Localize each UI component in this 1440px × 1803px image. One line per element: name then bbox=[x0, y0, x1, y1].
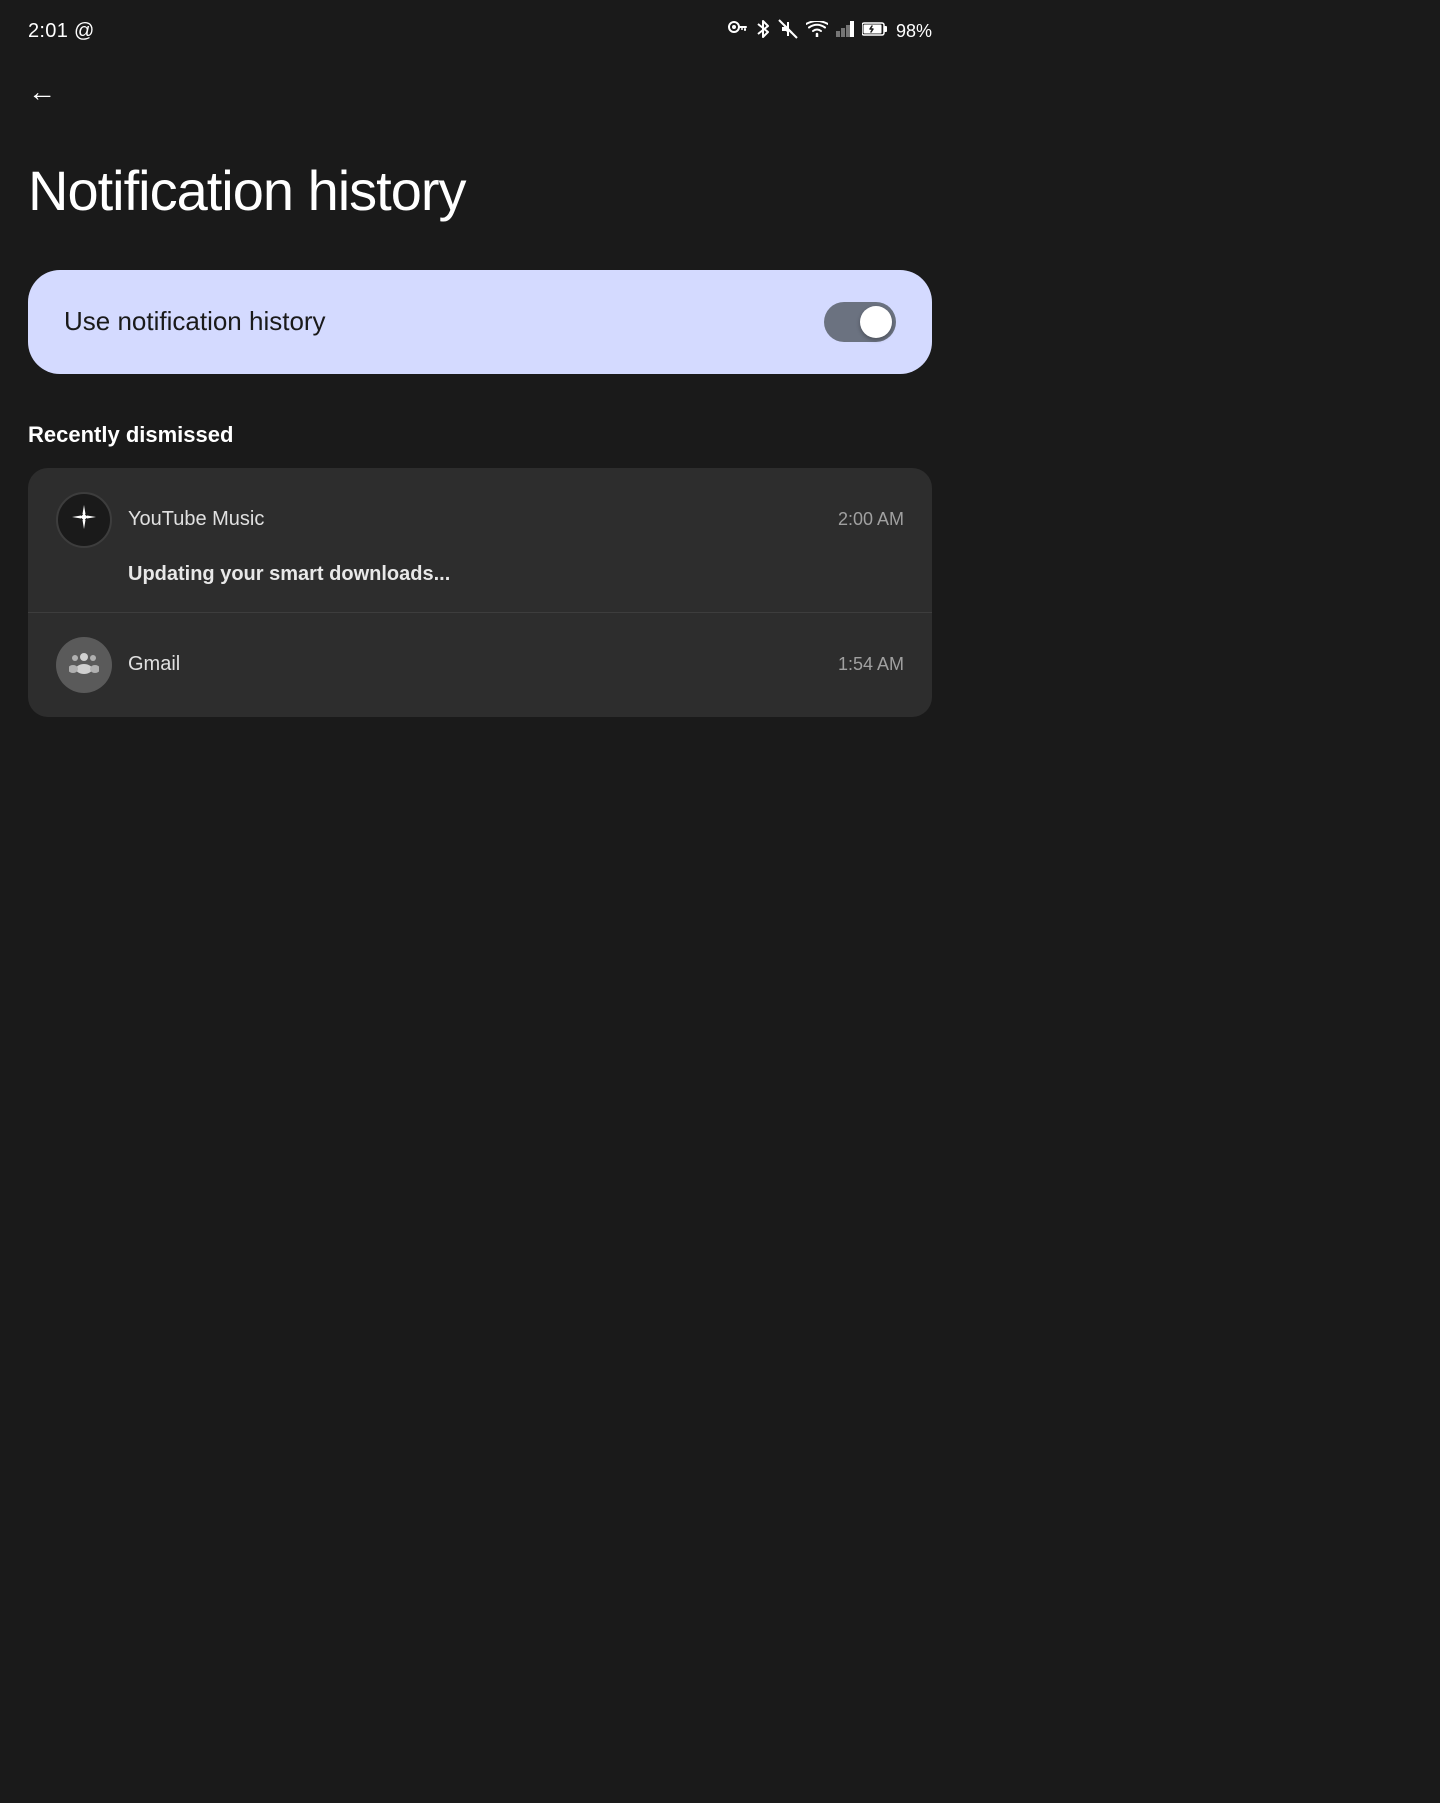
notification-header: YouTube Music 2:00 AM bbox=[56, 492, 904, 548]
toggle-knob bbox=[860, 306, 892, 338]
use-notification-history-card[interactable]: Use notification history bbox=[28, 270, 932, 374]
back-arrow-icon: ← bbox=[28, 76, 56, 108]
signal-icon bbox=[836, 21, 854, 42]
youtube-music-icon bbox=[56, 492, 112, 548]
page-title: Notification history bbox=[0, 128, 960, 270]
app-name: YouTube Music bbox=[128, 508, 264, 531]
group-icon bbox=[69, 649, 99, 680]
toggle-label: Use notification history bbox=[64, 306, 326, 337]
mute-icon bbox=[778, 19, 798, 44]
sparkle-icon bbox=[70, 503, 98, 536]
list-item[interactable]: YouTube Music 2:00 AM Updating your smar… bbox=[28, 468, 932, 612]
back-button[interactable]: ← bbox=[0, 56, 960, 128]
app-name: Gmail bbox=[128, 653, 180, 676]
notification-card: YouTube Music 2:00 AM Updating your smar… bbox=[28, 468, 932, 717]
notification-meta: Gmail 1:54 AM bbox=[128, 653, 904, 676]
status-bar: 2:01 @ bbox=[0, 0, 960, 56]
recently-dismissed-title: Recently dismissed bbox=[0, 414, 960, 468]
notification-time: 1:54 AM bbox=[838, 654, 904, 675]
status-icons: 98% bbox=[728, 19, 932, 44]
gmail-icon bbox=[56, 637, 112, 693]
notification-meta: YouTube Music 2:00 AM bbox=[128, 508, 904, 531]
battery-icon bbox=[862, 22, 888, 41]
key-icon bbox=[728, 21, 748, 42]
notification-header: Gmail 1:54 AM bbox=[56, 637, 904, 693]
status-time: 2:01 @ bbox=[28, 20, 95, 43]
recently-dismissed-section: Recently dismissed bbox=[0, 414, 960, 717]
notification-history-toggle[interactable] bbox=[824, 302, 896, 342]
wifi-icon bbox=[806, 21, 828, 42]
list-item[interactable]: Gmail 1:54 AM bbox=[28, 612, 932, 717]
battery-percentage: 98% bbox=[896, 21, 932, 42]
bluetooth-icon bbox=[756, 19, 770, 44]
notification-body: Updating your smart downloads... bbox=[56, 560, 904, 588]
notification-time: 2:00 AM bbox=[838, 509, 904, 530]
